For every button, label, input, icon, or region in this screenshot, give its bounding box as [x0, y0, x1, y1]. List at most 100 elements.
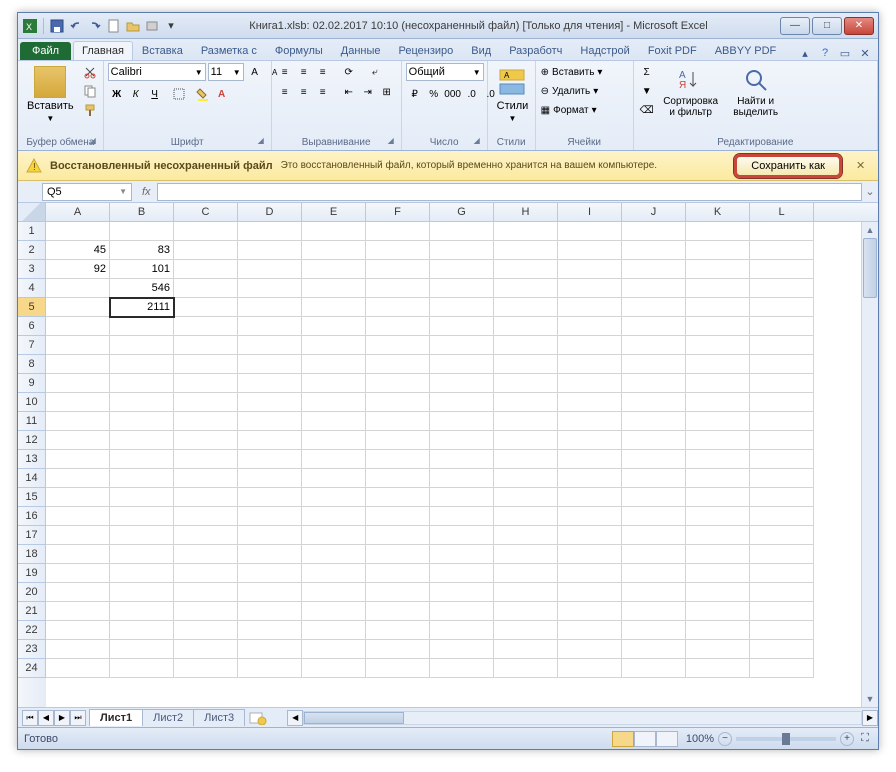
styles-button[interactable]: A Стили ▼ [492, 63, 534, 126]
tab-abbyy[interactable]: ABBYY PDF [706, 41, 786, 60]
cell[interactable] [430, 469, 494, 488]
col-header[interactable]: F [366, 203, 430, 221]
cell[interactable] [174, 336, 238, 355]
cell[interactable] [174, 374, 238, 393]
cell[interactable] [238, 526, 302, 545]
zoom-in-icon[interactable]: + [840, 732, 854, 746]
cell[interactable] [46, 279, 110, 298]
autosum-icon[interactable]: Σ [638, 63, 656, 81]
cell[interactable] [302, 241, 366, 260]
cell[interactable] [686, 602, 750, 621]
row-header[interactable]: 15 [18, 488, 46, 507]
cell[interactable] [238, 469, 302, 488]
align-launcher-icon[interactable]: ◢ [385, 136, 397, 148]
cell[interactable] [494, 241, 558, 260]
cell[interactable] [110, 602, 174, 621]
cell[interactable] [366, 488, 430, 507]
cell[interactable] [750, 393, 814, 412]
cell[interactable] [238, 659, 302, 678]
row-header[interactable]: 21 [18, 602, 46, 621]
cell[interactable] [174, 640, 238, 659]
cell[interactable] [366, 222, 430, 241]
cell[interactable] [302, 317, 366, 336]
cell[interactable] [366, 602, 430, 621]
cell[interactable] [238, 260, 302, 279]
cell[interactable] [558, 336, 622, 355]
row-header[interactable]: 10 [18, 393, 46, 412]
cut-button[interactable] [81, 63, 99, 81]
cell[interactable] [750, 602, 814, 621]
cell[interactable] [302, 507, 366, 526]
cell[interactable] [622, 602, 686, 621]
cell[interactable] [302, 374, 366, 393]
increase-indent-icon[interactable]: ⇥ [359, 83, 377, 101]
row-header[interactable]: 12 [18, 431, 46, 450]
cell[interactable] [750, 317, 814, 336]
cell[interactable] [302, 336, 366, 355]
cell[interactable] [366, 336, 430, 355]
cell[interactable] [302, 526, 366, 545]
cell[interactable] [366, 431, 430, 450]
cell[interactable] [558, 431, 622, 450]
cell[interactable] [494, 222, 558, 241]
scroll-right-icon[interactable]: ▶ [862, 710, 878, 726]
cell[interactable] [430, 659, 494, 678]
cell[interactable] [302, 583, 366, 602]
cell[interactable] [174, 659, 238, 678]
cell[interactable] [686, 279, 750, 298]
tab-home[interactable]: Главная [73, 41, 133, 60]
cell[interactable] [366, 260, 430, 279]
row-header[interactable]: 4 [18, 279, 46, 298]
cell[interactable] [494, 431, 558, 450]
cell[interactable] [686, 488, 750, 507]
cell[interactable] [46, 317, 110, 336]
cell[interactable] [750, 621, 814, 640]
underline-button[interactable]: Ч [146, 85, 164, 103]
cell[interactable] [750, 298, 814, 317]
cell[interactable] [366, 374, 430, 393]
decrease-indent-icon[interactable]: ⇤ [340, 83, 358, 101]
cell[interactable] [558, 507, 622, 526]
cell[interactable] [238, 602, 302, 621]
cell[interactable] [110, 564, 174, 583]
cell[interactable] [430, 545, 494, 564]
cells-area[interactable]: 4583921015462111 [46, 222, 878, 707]
col-header[interactable]: E [302, 203, 366, 221]
cell[interactable] [750, 241, 814, 260]
cell[interactable] [110, 336, 174, 355]
cell[interactable] [750, 640, 814, 659]
cell[interactable] [46, 602, 110, 621]
cell[interactable] [174, 393, 238, 412]
col-header[interactable]: C [174, 203, 238, 221]
cell[interactable] [366, 450, 430, 469]
cell[interactable] [238, 412, 302, 431]
cell[interactable] [366, 355, 430, 374]
cell[interactable] [238, 488, 302, 507]
cell[interactable] [302, 298, 366, 317]
cell[interactable] [430, 564, 494, 583]
cell[interactable] [174, 298, 238, 317]
cell[interactable] [430, 583, 494, 602]
cell[interactable] [430, 374, 494, 393]
cell[interactable] [174, 431, 238, 450]
row-header[interactable]: 14 [18, 469, 46, 488]
cell[interactable] [46, 450, 110, 469]
cell[interactable] [622, 279, 686, 298]
msgbar-close-icon[interactable]: ✕ [856, 159, 870, 173]
cell[interactable] [174, 507, 238, 526]
cell[interactable] [686, 260, 750, 279]
cell[interactable] [558, 412, 622, 431]
cell[interactable] [622, 241, 686, 260]
cell[interactable] [110, 317, 174, 336]
cell[interactable] [750, 488, 814, 507]
tab-data[interactable]: Данные [332, 41, 390, 60]
cell[interactable] [302, 279, 366, 298]
cell[interactable] [366, 279, 430, 298]
open-icon[interactable] [125, 18, 141, 34]
zoom-level[interactable]: 100% [686, 733, 714, 745]
cell[interactable] [110, 621, 174, 640]
window-restore-icon[interactable]: ▭ [838, 46, 852, 60]
wrap-text-icon[interactable]: ⤶ [366, 63, 384, 81]
cell[interactable] [46, 431, 110, 450]
formula-input[interactable] [157, 183, 862, 201]
